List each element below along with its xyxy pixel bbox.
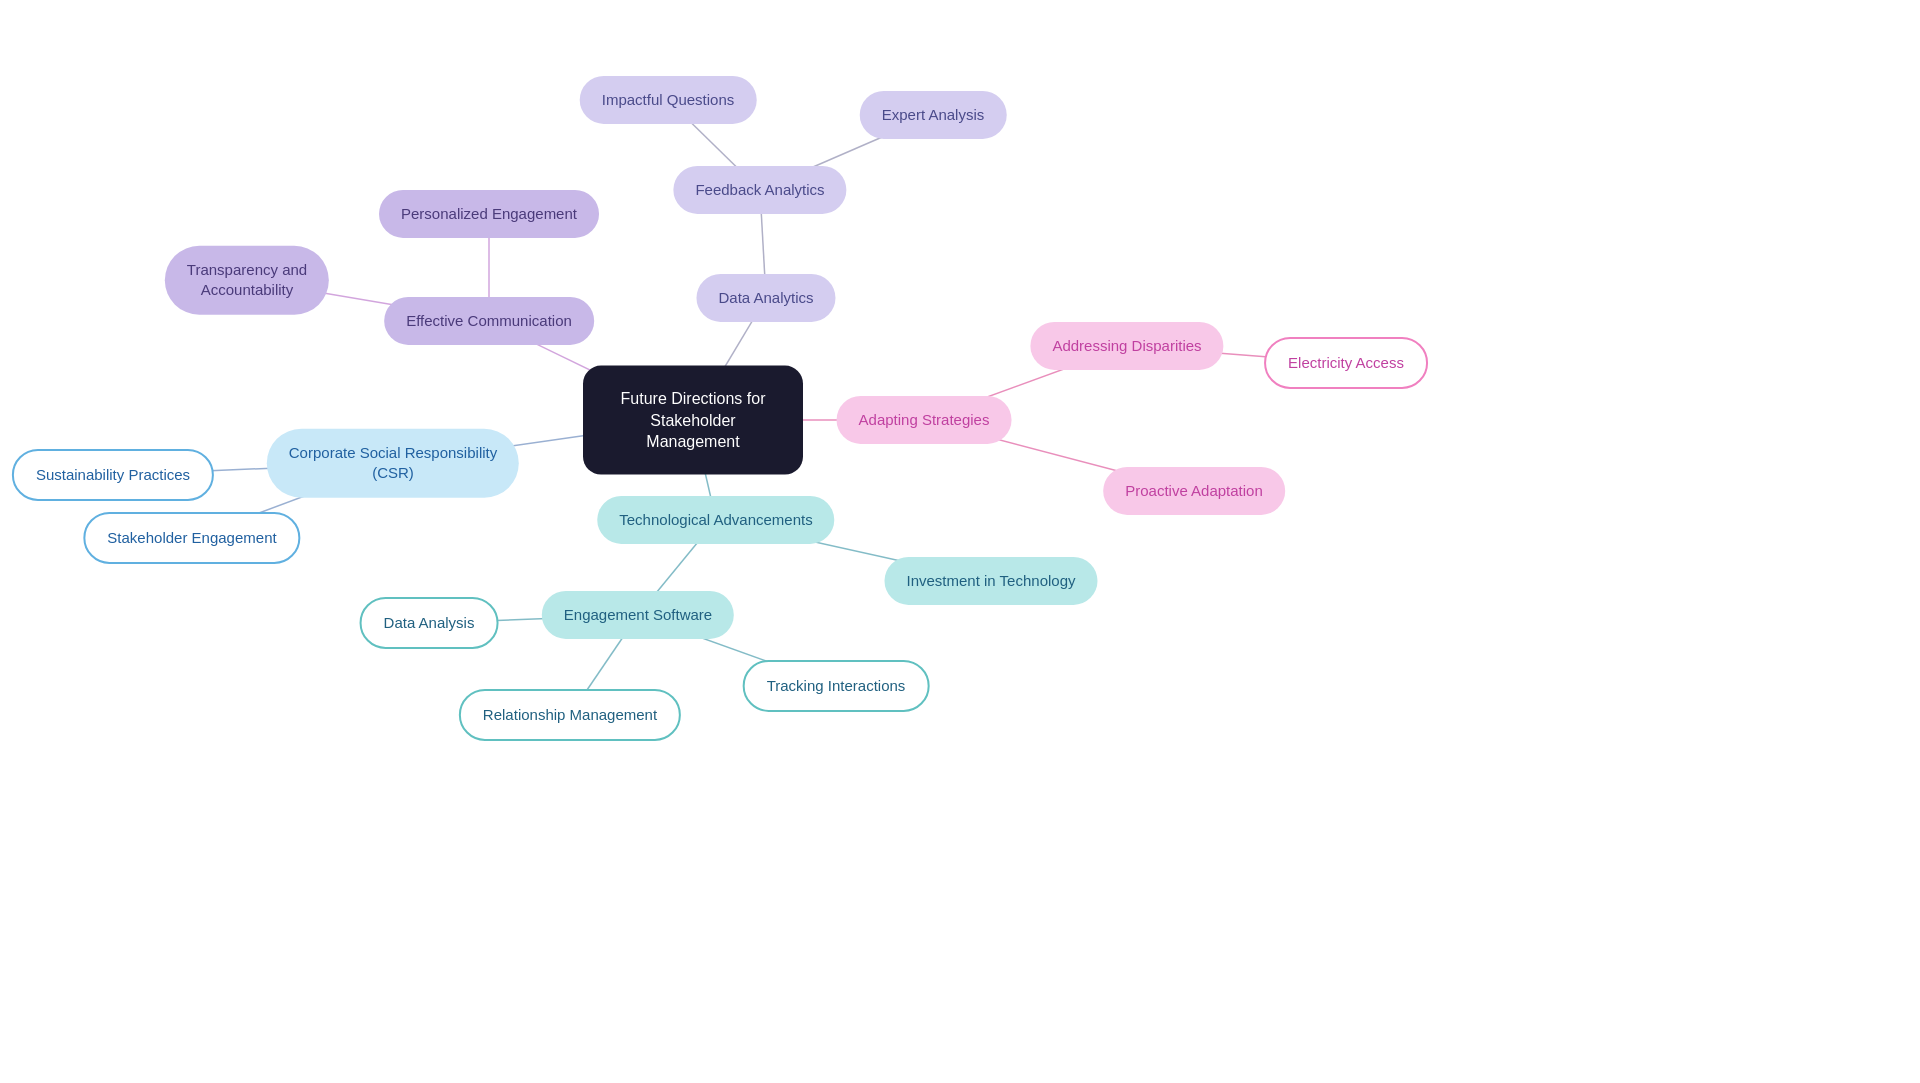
node-label-transparency_accountability: Transparency and Accountability (187, 260, 307, 301)
node-label-relationship_management: Relationship Management (483, 705, 657, 725)
node-proactive_adaptation: Proactive Adaptation (1103, 467, 1285, 515)
node-adapting_strategies: Adapting Strategies (837, 396, 1012, 444)
node-effective_communication: Effective Communication (384, 297, 594, 345)
node-data_analysis: Data Analysis (360, 597, 499, 649)
node-label-sustainability_practices: Sustainability Practices (36, 465, 190, 485)
node-label-electricity_access: Electricity Access (1288, 353, 1404, 373)
node-center: Future Directions for Stakeholder Manage… (583, 366, 803, 475)
node-label-personalized_engagement: Personalized Engagement (401, 204, 577, 224)
node-transparency_accountability: Transparency and Accountability (165, 246, 329, 315)
node-label-data_analysis: Data Analysis (384, 613, 475, 633)
node-label-impactful_questions: Impactful Questions (602, 90, 735, 110)
node-impactful_questions: Impactful Questions (580, 76, 757, 124)
node-expert_analysis: Expert Analysis (860, 91, 1007, 139)
node-label-expert_analysis: Expert Analysis (882, 105, 985, 125)
node-label-center: Future Directions for Stakeholder Manage… (619, 388, 767, 453)
node-label-data_analytics: Data Analytics (718, 288, 813, 308)
node-engagement_software: Engagement Software (542, 591, 734, 639)
node-label-stakeholder_engagement: Stakeholder Engagement (107, 528, 276, 548)
node-investment_in_technology: Investment in Technology (885, 557, 1098, 605)
node-sustainability_practices: Sustainability Practices (12, 449, 214, 501)
node-technological_advancements: Technological Advancements (597, 496, 834, 544)
node-label-technological_advancements: Technological Advancements (619, 510, 812, 530)
node-electricity_access: Electricity Access (1264, 337, 1428, 389)
node-relationship_management: Relationship Management (459, 689, 681, 741)
node-label-adapting_strategies: Adapting Strategies (859, 410, 990, 430)
node-personalized_engagement: Personalized Engagement (379, 190, 599, 238)
node-addressing_disparities: Addressing Disparities (1030, 322, 1223, 370)
node-stakeholder_engagement: Stakeholder Engagement (83, 512, 300, 564)
node-label-engagement_software: Engagement Software (564, 605, 712, 625)
node-corporate_social_responsibility: Corporate Social Responsibility (CSR) (267, 429, 519, 498)
node-label-effective_communication: Effective Communication (406, 311, 572, 331)
node-label-tracking_interactions: Tracking Interactions (767, 676, 906, 696)
node-tracking_interactions: Tracking Interactions (743, 660, 930, 712)
node-label-corporate_social_responsibility: Corporate Social Responsibility (CSR) (289, 443, 497, 484)
node-label-addressing_disparities: Addressing Disparities (1052, 336, 1201, 356)
node-label-proactive_adaptation: Proactive Adaptation (1125, 481, 1263, 501)
node-feedback_analytics: Feedback Analytics (673, 166, 846, 214)
node-label-investment_in_technology: Investment in Technology (907, 571, 1076, 591)
node-label-feedback_analytics: Feedback Analytics (695, 180, 824, 200)
node-data_analytics: Data Analytics (696, 274, 835, 322)
